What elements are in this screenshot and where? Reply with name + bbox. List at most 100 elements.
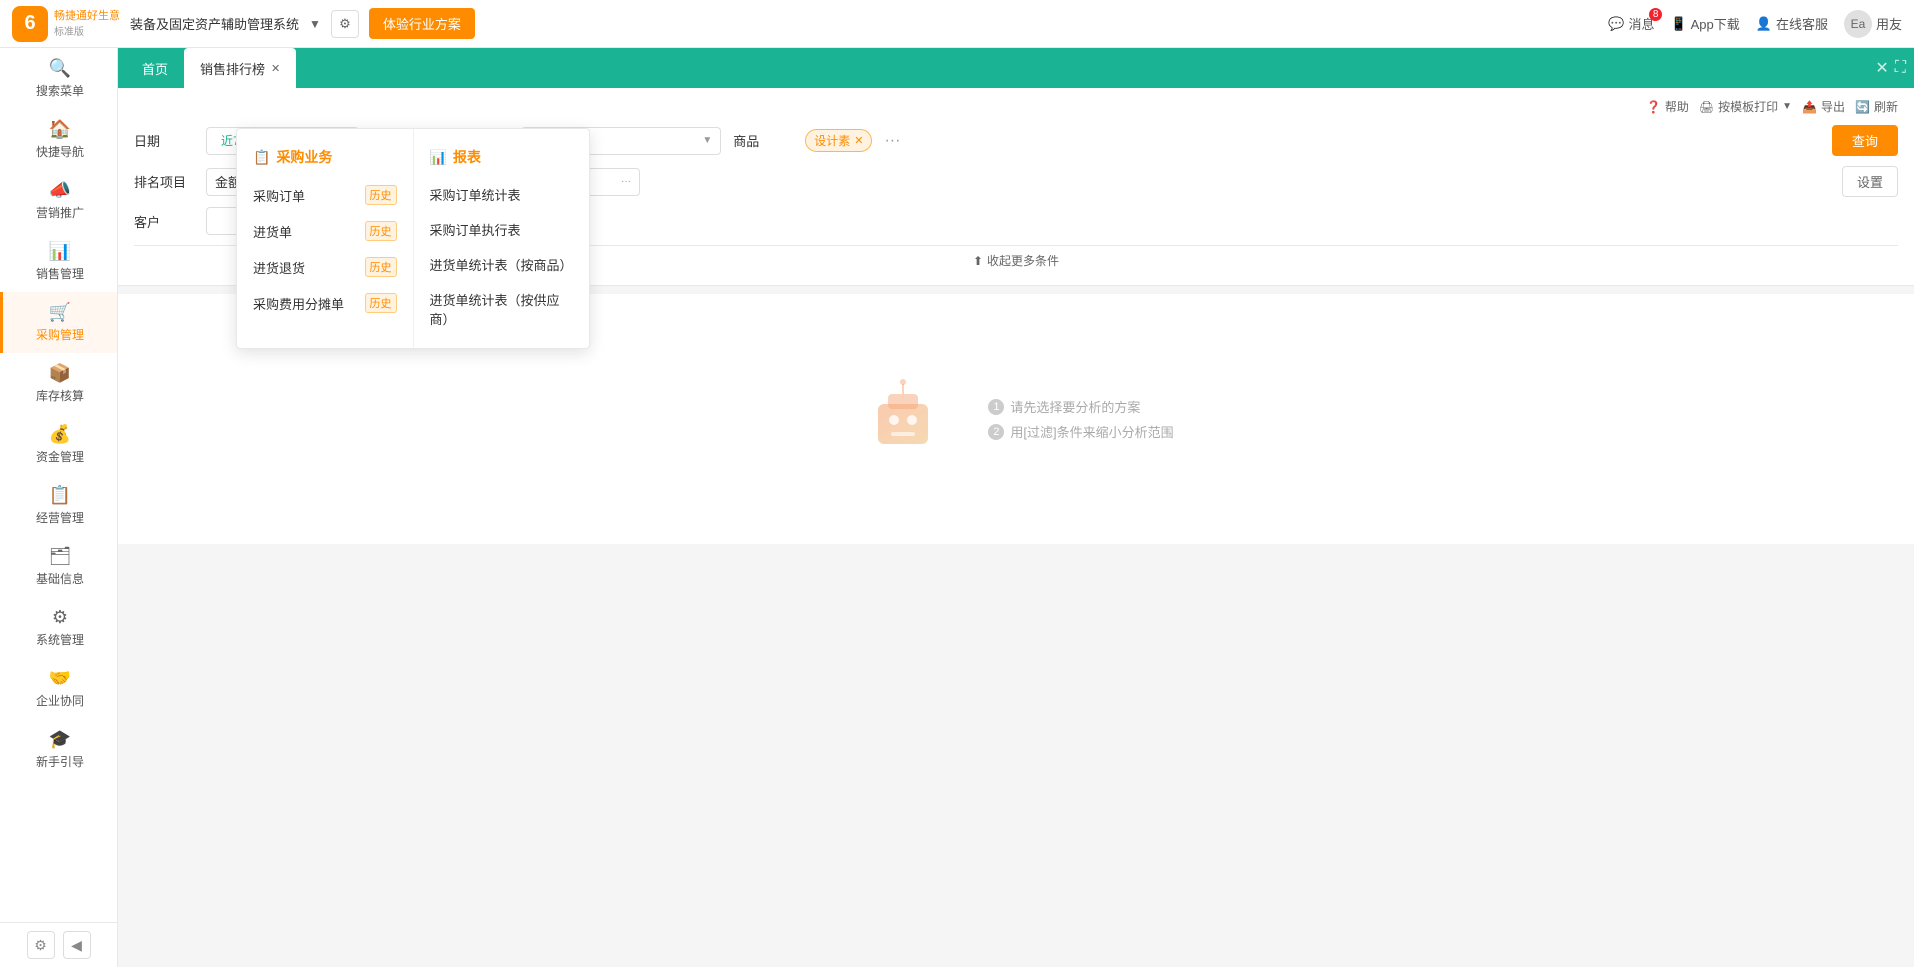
industry-button[interactable]: 体验行业方案	[369, 8, 475, 39]
main-layout: 🔍 搜索菜单 🏠 快捷导航 📣 营销推广 📊 销售管理 🛒 采购管理 📦 库存核…	[0, 48, 1914, 967]
empty-tip-2-text: 用[过滤]条件来缩小分析范围	[1010, 422, 1173, 441]
goods-tag: 设计素 ✕	[805, 129, 872, 152]
dropdown-item-purchase-order[interactable]: 采购订单 历史	[237, 177, 413, 213]
refresh-button[interactable]: 🔄 刷新	[1855, 98, 1898, 115]
sales-icon: 📊	[49, 241, 71, 262]
sidebar-item-guide[interactable]: 🎓 新手引导	[0, 719, 117, 780]
history-badge-3[interactable]: 历史	[365, 257, 397, 277]
dropdown-item-purchase-fee[interactable]: 采购费用分摊单 历史	[237, 285, 413, 321]
dropdown-item-goods-in-label: 进货单	[253, 222, 292, 241]
print-button[interactable]: 🖨 按模板打印 ▼	[1699, 98, 1792, 115]
messages-badge: 8	[1649, 8, 1663, 21]
gear-button[interactable]: ⚙	[331, 10, 359, 38]
refresh-label: 刷新	[1874, 98, 1898, 115]
report-header-icon: 📊	[430, 149, 447, 166]
app-download-button[interactable]: 📱 App下载	[1670, 14, 1739, 33]
online-service-button[interactable]: 👤 在线客服	[1756, 14, 1828, 33]
tab-expand-button[interactable]: ⛶	[1895, 59, 1906, 77]
dropdown-item-goods-in-stats-supplier[interactable]: 进货单统计表（按供应商）	[414, 282, 590, 336]
history-badge-2[interactable]: 历史	[365, 221, 397, 241]
empty-tips: 1 请先选择要分析的方案 2 用[过滤]条件来缩小分析范围	[988, 397, 1173, 441]
sidebar-item-base[interactable]: 🗂 基础信息	[0, 536, 117, 597]
empty-tip-1: 1 请先选择要分析的方案	[988, 397, 1173, 416]
toolbar-row: ❓ 帮助 🖨 按模板打印 ▼ 📤 导出 🔄	[134, 98, 1898, 115]
print-label: 按模板打印	[1718, 98, 1778, 115]
history-badge-4[interactable]: 历史	[365, 293, 397, 313]
history-badge-1[interactable]: 历史	[365, 185, 397, 205]
goods-tag-remove[interactable]: ✕	[854, 134, 863, 147]
messages-button[interactable]: 💬 消息 8	[1608, 14, 1654, 33]
report-header: 📊 报表	[414, 141, 590, 177]
query-button[interactable]: 查询	[1832, 125, 1898, 156]
setting-button[interactable]: 设置	[1842, 166, 1898, 197]
dropdown-item-goods-return[interactable]: 进货退货 历史	[237, 249, 413, 285]
sidebar-item-quick[interactable]: 🏠 快捷导航	[0, 109, 117, 170]
tab-home[interactable]: 首页	[126, 48, 184, 88]
sidebar-collapse-button[interactable]: ◀	[63, 931, 91, 959]
export-button[interactable]: 📤 导出	[1802, 98, 1845, 115]
dropdown-item-purchase-order-exec[interactable]: 采购订单执行表	[414, 212, 590, 247]
header-center: 装备及固定资产辅助管理系统 ▼ ⚙ 体验行业方案	[130, 8, 1608, 39]
setting-action: 设置	[1842, 166, 1898, 197]
empty-illustration	[858, 374, 948, 464]
dropdown-item-goods-in-stats-goods[interactable]: 进货单统计表（按商品）	[414, 247, 590, 282]
sidebar-item-operation[interactable]: 📋 经营管理	[0, 475, 117, 536]
purchase-header-icon: 📋	[253, 149, 270, 166]
logo-text: 畅捷通好生意	[54, 9, 120, 23]
sidebar-item-sales[interactable]: 📊 销售管理	[0, 231, 117, 292]
search-icon: 🔍	[49, 58, 71, 79]
tab-sales-rank[interactable]: 销售排行榜 ✕	[184, 48, 296, 88]
help-label: 帮助	[1665, 98, 1689, 115]
dropdown-item-goods-in-stats-supplier-label: 进货单统计表（按供应商）	[430, 290, 574, 328]
user-label: 用友	[1876, 14, 1902, 33]
online-label: 在线客服	[1776, 14, 1828, 33]
purchase-header-label: 采购业务	[276, 147, 332, 167]
inventory-icon: 📦	[49, 363, 71, 384]
print-icon: 🖨	[1699, 100, 1714, 114]
tab-sales-rank-label: 销售排行榜	[200, 59, 265, 78]
collapse-label: 收起更多条件	[987, 252, 1059, 269]
tip-num-2: 2	[988, 424, 1004, 440]
sidebar-item-purchase[interactable]: 🛒 采购管理	[0, 292, 117, 353]
export-icon: 📤	[1802, 100, 1817, 114]
dropdown-item-purchase-fee-label: 采购费用分摊单	[253, 294, 344, 313]
guide-icon: 🎓	[49, 729, 71, 750]
sidebar-item-search[interactable]: 🔍 搜索菜单	[0, 48, 117, 109]
purchase-icon: 🛒	[49, 302, 71, 323]
tab-bar-right: ✕ ⛶	[1875, 58, 1906, 78]
main-content: 首页 销售排行榜 ✕ ✕ ⛶ ❓ 帮助	[118, 48, 1914, 967]
toolbar-actions: ❓ 帮助 🖨 按模板打印 ▼ 📤 导出 🔄	[1646, 98, 1898, 115]
user-area[interactable]: Ea 用友	[1844, 10, 1902, 38]
dropdown-item-goods-in-stats-goods-label: 进货单统计表（按商品）	[430, 255, 573, 274]
system-dropdown[interactable]: ▼	[309, 17, 321, 31]
tab-close-all-button[interactable]: ✕	[1875, 58, 1888, 78]
empty-tip-1-text: 请先选择要分析的方案	[1010, 397, 1140, 416]
purchase-dropdown-menu: 📋 采购业务 采购订单 历史 进货单 历史 进货退货 历史	[236, 128, 590, 349]
goods-more-button[interactable]: ···	[884, 132, 900, 150]
tab-bar: 首页 销售排行榜 ✕ ✕ ⛶	[118, 48, 1914, 88]
sidebar-item-marketing[interactable]: 📣 营销推广	[0, 170, 117, 231]
sidebar-item-coop[interactable]: 🤝 企业协同	[0, 658, 117, 719]
collapse-up-icon: ⬆	[973, 254, 983, 268]
logo-icon: 6	[12, 6, 48, 42]
date-label: 日期	[134, 131, 194, 150]
report-header-label: 报表	[453, 147, 481, 167]
sidebar-item-finance[interactable]: 💰 资金管理	[0, 414, 117, 475]
top-header: 6 畅捷通好生意 标准版 装备及固定资产辅助管理系统 ▼ ⚙ 体验行业方案 💬 …	[0, 0, 1914, 48]
tip-num-1: 1	[988, 399, 1004, 415]
finance-icon: 💰	[49, 424, 71, 445]
sidebar-item-inventory[interactable]: 📦 库存核算	[0, 353, 117, 414]
goods-tag-text: 设计素	[814, 132, 850, 149]
sidebar-bottom: ⚙ ◀	[0, 922, 117, 967]
tab-close-icon[interactable]: ✕	[271, 62, 280, 75]
print-arrow-icon: ▼	[1782, 101, 1792, 112]
help-button[interactable]: ❓ 帮助	[1646, 98, 1689, 115]
marketing-icon: 📣	[49, 180, 71, 201]
dropdown-item-goods-in[interactable]: 进货单 历史	[237, 213, 413, 249]
goods-label: 商品	[733, 131, 793, 150]
sidebar-item-system[interactable]: ⚙ 系统管理	[0, 597, 117, 658]
dropdown-item-purchase-order-stats[interactable]: 采购订单统计表	[414, 177, 590, 212]
export-label: 导出	[1821, 98, 1845, 115]
sidebar-settings-button[interactable]: ⚙	[27, 931, 55, 959]
purchase-business-col: 📋 采购业务 采购订单 历史 进货单 历史 进货退货 历史	[237, 129, 413, 348]
